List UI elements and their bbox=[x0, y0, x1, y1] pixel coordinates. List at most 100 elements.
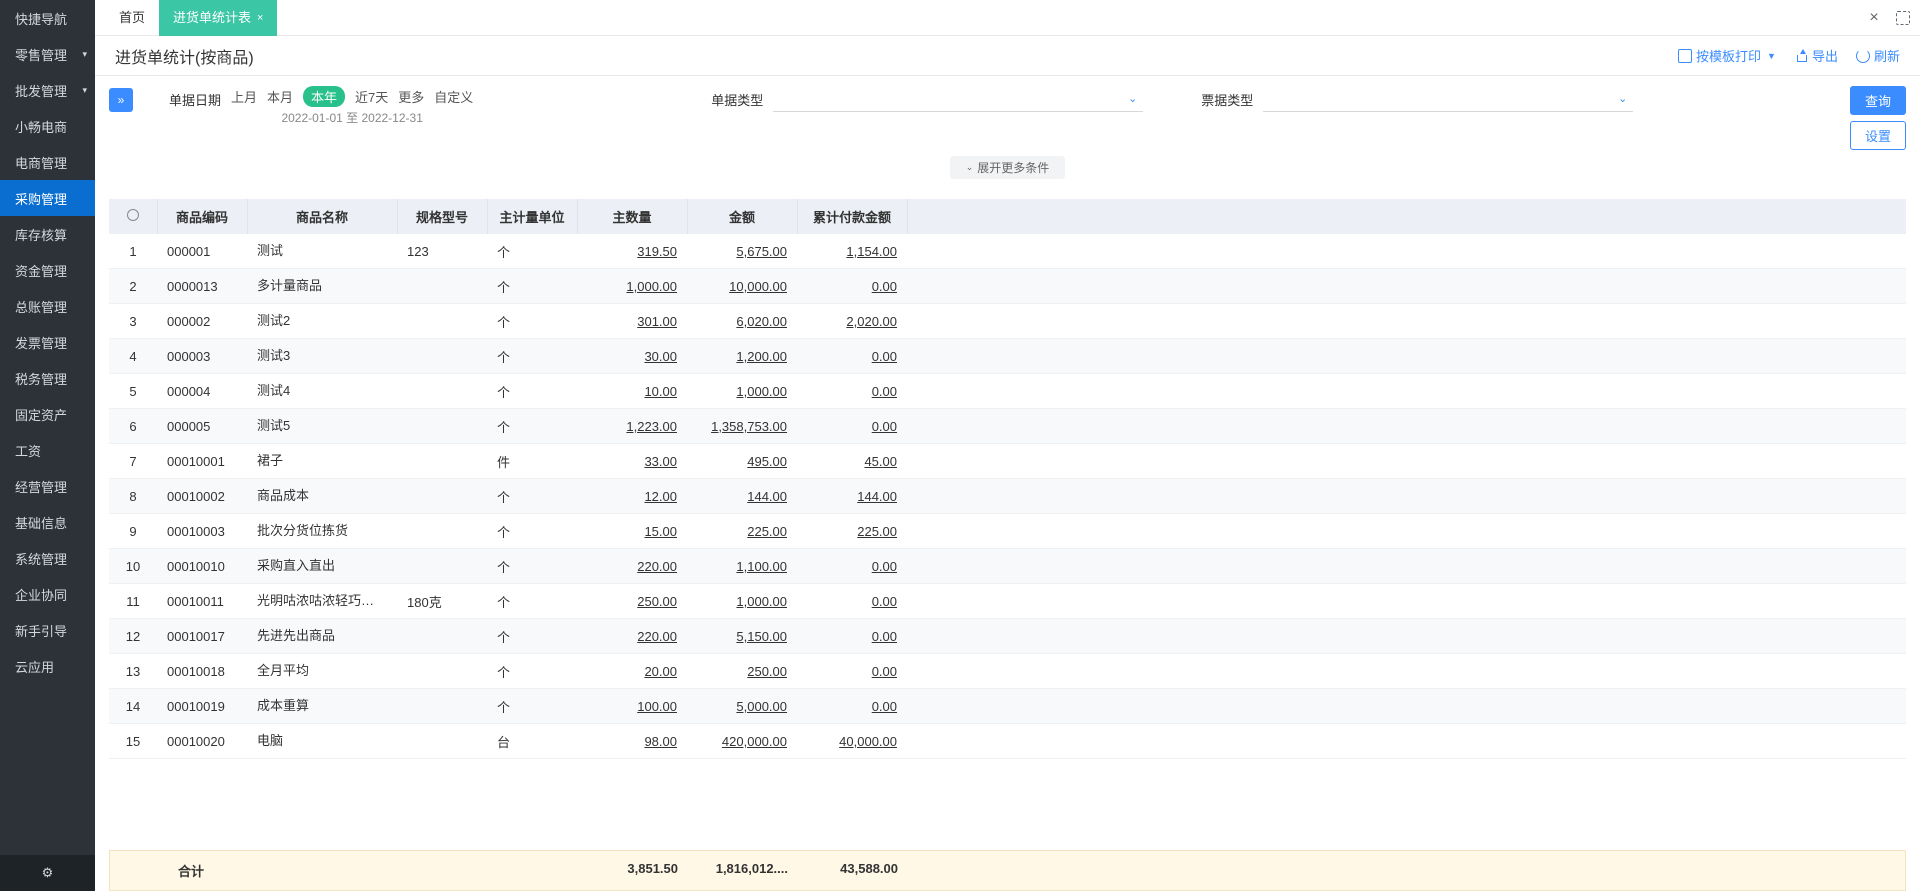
sidebar-item-12[interactable]: 工资 bbox=[0, 432, 95, 468]
cell[interactable]: 144.00 bbox=[797, 479, 907, 514]
expand-more-filters-button[interactable]: ⌄ 展开更多条件 bbox=[950, 156, 1066, 179]
filter-type2-select[interactable]: ⌄ bbox=[1263, 86, 1633, 112]
cell[interactable]: 220.00 bbox=[577, 549, 687, 584]
fullscreen-icon[interactable] bbox=[1896, 11, 1910, 25]
table-row[interactable]: 1400010019成本重算个100.005,000.000.00 bbox=[109, 689, 1906, 724]
sidebar-item-7[interactable]: 资金管理 bbox=[0, 252, 95, 288]
sidebar-item-17[interactable]: 新手引导 bbox=[0, 612, 95, 648]
table-row[interactable]: 700010001裙子件33.00495.0045.00 bbox=[109, 444, 1906, 479]
close-all-tabs-button[interactable]: × bbox=[1864, 8, 1884, 28]
table-settings-header[interactable] bbox=[109, 199, 157, 234]
cell[interactable]: 1,100.00 bbox=[687, 549, 797, 584]
cell[interactable]: 301.00 bbox=[577, 304, 687, 339]
cell[interactable]: 250.00 bbox=[687, 654, 797, 689]
sidebar-item-13[interactable]: 经营管理 bbox=[0, 468, 95, 504]
cell[interactable]: 5,000.00 bbox=[687, 689, 797, 724]
cell[interactable]: 1,223.00 bbox=[577, 409, 687, 444]
cell[interactable]: 250.00 bbox=[577, 584, 687, 619]
table-row[interactable]: 20000013多计量商品个1,000.0010,000.000.00 bbox=[109, 269, 1906, 304]
column-header[interactable]: 商品名称 bbox=[247, 199, 397, 234]
cell[interactable]: 144.00 bbox=[687, 479, 797, 514]
table-row[interactable]: 1000001测试123个319.505,675.001,154.00 bbox=[109, 234, 1906, 269]
column-header[interactable]: 累计付款金额 bbox=[797, 199, 907, 234]
sidebar-item-8[interactable]: 总账管理 bbox=[0, 288, 95, 324]
cell[interactable]: 0.00 bbox=[797, 584, 907, 619]
export-button[interactable]: 导出 bbox=[1794, 46, 1838, 65]
table-row[interactable]: 800010002商品成本个12.00144.00144.00 bbox=[109, 479, 1906, 514]
collapse-filters-button[interactable]: » bbox=[109, 88, 133, 112]
sidebar-item-15[interactable]: 系统管理 bbox=[0, 540, 95, 576]
query-button[interactable]: 查询 bbox=[1850, 86, 1906, 115]
sidebar-item-6[interactable]: 库存核算 bbox=[0, 216, 95, 252]
cell[interactable]: 0.00 bbox=[797, 409, 907, 444]
sidebar-item-18[interactable]: 云应用 bbox=[0, 648, 95, 684]
cell[interactable]: 0.00 bbox=[797, 374, 907, 409]
column-header[interactable]: 规格型号 bbox=[397, 199, 487, 234]
date-option[interactable]: 近7天 bbox=[355, 87, 388, 106]
cell[interactable]: 1,200.00 bbox=[687, 339, 797, 374]
date-option[interactable]: 本年 bbox=[303, 86, 345, 107]
cell[interactable]: 1,000.00 bbox=[577, 269, 687, 304]
cell[interactable]: 220.00 bbox=[577, 619, 687, 654]
cell[interactable]: 0.00 bbox=[797, 619, 907, 654]
table-row[interactable]: 3000002测试2个301.006,020.002,020.00 bbox=[109, 304, 1906, 339]
cell[interactable]: 0.00 bbox=[797, 549, 907, 584]
cell[interactable]: 2,020.00 bbox=[797, 304, 907, 339]
close-icon[interactable]: × bbox=[257, 0, 263, 36]
cell[interactable]: 0.00 bbox=[797, 689, 907, 724]
cell[interactable]: 20.00 bbox=[577, 654, 687, 689]
sidebar-item-2[interactable]: 批发管理▾ bbox=[0, 72, 95, 108]
cell[interactable]: 0.00 bbox=[797, 339, 907, 374]
cell[interactable]: 6,020.00 bbox=[687, 304, 797, 339]
cell[interactable]: 100.00 bbox=[577, 689, 687, 724]
sidebar-item-10[interactable]: 税务管理 bbox=[0, 360, 95, 396]
sidebar-item-1[interactable]: 零售管理▾ bbox=[0, 36, 95, 72]
table-row[interactable]: 1100010011光明咕浓咕浓轻巧包莱...180克个250.001,000.… bbox=[109, 584, 1906, 619]
sidebar-item-0[interactable]: 快捷导航 bbox=[0, 0, 95, 36]
cell[interactable]: 5,150.00 bbox=[687, 619, 797, 654]
tab-1[interactable]: 进货单统计表× bbox=[159, 0, 277, 36]
cell[interactable]: 10.00 bbox=[577, 374, 687, 409]
table-row[interactable]: 1200010017先进先出商品个220.005,150.000.00 bbox=[109, 619, 1906, 654]
print-template-button[interactable]: 按模板打印 ▼ bbox=[1678, 46, 1776, 65]
cell[interactable]: 10,000.00 bbox=[687, 269, 797, 304]
sidebar-item-14[interactable]: 基础信息 bbox=[0, 504, 95, 540]
cell[interactable]: 319.50 bbox=[577, 234, 687, 269]
column-header[interactable]: 商品编码 bbox=[157, 199, 247, 234]
cell[interactable]: 98.00 bbox=[577, 724, 687, 759]
sidebar-item-9[interactable]: 发票管理 bbox=[0, 324, 95, 360]
table-row[interactable]: 6000005测试5个1,223.001,358,753.000.00 bbox=[109, 409, 1906, 444]
cell[interactable]: 15.00 bbox=[577, 514, 687, 549]
cell[interactable]: 1,000.00 bbox=[687, 374, 797, 409]
cell[interactable]: 5,675.00 bbox=[687, 234, 797, 269]
settings-button[interactable]: 设置 bbox=[1850, 121, 1906, 150]
cell[interactable]: 0.00 bbox=[797, 269, 907, 304]
refresh-button[interactable]: 刷新 bbox=[1856, 46, 1900, 65]
filter-type1-select[interactable]: ⌄ bbox=[773, 86, 1143, 112]
column-header[interactable]: 主计量单位 bbox=[487, 199, 577, 234]
table-row[interactable]: 1300010018全月平均个20.00250.000.00 bbox=[109, 654, 1906, 689]
date-option[interactable]: 自定义 bbox=[434, 87, 473, 106]
sidebar-item-4[interactable]: 电商管理 bbox=[0, 144, 95, 180]
table-row[interactable]: 4000003测试3个30.001,200.000.00 bbox=[109, 339, 1906, 374]
table-row[interactable]: 1000010010采购直入直出个220.001,100.000.00 bbox=[109, 549, 1906, 584]
cell[interactable]: 33.00 bbox=[577, 444, 687, 479]
table-row[interactable]: 5000004测试4个10.001,000.000.00 bbox=[109, 374, 1906, 409]
cell[interactable]: 1,154.00 bbox=[797, 234, 907, 269]
sidebar-item-3[interactable]: 小畅电商 bbox=[0, 108, 95, 144]
sidebar-item-5[interactable]: 采购管理 bbox=[0, 180, 95, 216]
date-option[interactable]: 更多 bbox=[398, 87, 424, 106]
table-row[interactable]: 1500010020电脑台98.00420,000.0040,000.00 bbox=[109, 724, 1906, 759]
cell[interactable]: 1,358,753.00 bbox=[687, 409, 797, 444]
date-option[interactable]: 上月 bbox=[231, 87, 257, 106]
column-header[interactable]: 金额 bbox=[687, 199, 797, 234]
cell[interactable]: 495.00 bbox=[687, 444, 797, 479]
sidebar-item-11[interactable]: 固定资产 bbox=[0, 396, 95, 432]
cell[interactable]: 12.00 bbox=[577, 479, 687, 514]
cell[interactable]: 1,000.00 bbox=[687, 584, 797, 619]
cell[interactable]: 45.00 bbox=[797, 444, 907, 479]
cell[interactable]: 40,000.00 bbox=[797, 724, 907, 759]
cell[interactable]: 30.00 bbox=[577, 339, 687, 374]
table-row[interactable]: 900010003批次分货位拣货个15.00225.00225.00 bbox=[109, 514, 1906, 549]
tab-0[interactable]: 首页 bbox=[105, 0, 159, 36]
